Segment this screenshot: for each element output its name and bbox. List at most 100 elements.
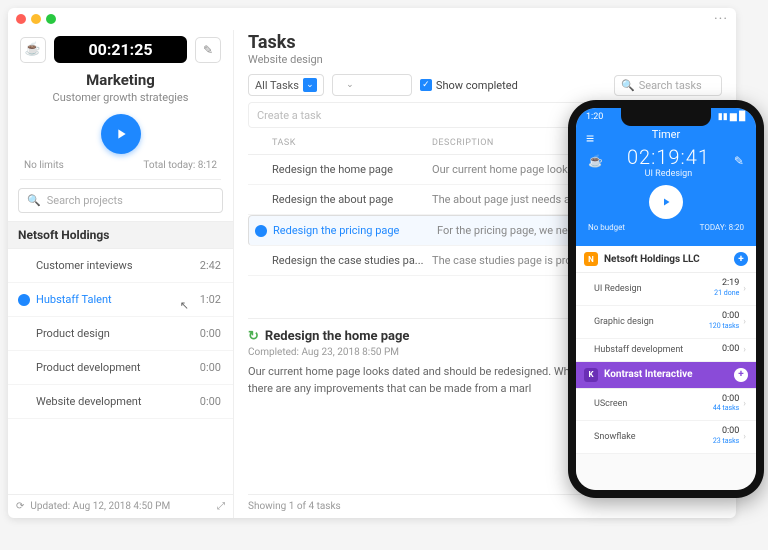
list-item[interactable]: Website development 0:00 bbox=[8, 385, 233, 419]
list-item[interactable]: Hubstaff Talent ↖ 1:02 bbox=[8, 283, 233, 317]
phone-header: ≡ Timer ☕ 02:19:41 UI Redesign ✎ No budg… bbox=[576, 126, 756, 246]
refresh-icon[interactable]: ⟳ bbox=[16, 501, 24, 512]
phone-list: N Netsoft Holdings LLC + UI Redesign 2:1921… bbox=[576, 246, 756, 490]
phone-clock: 1:20 bbox=[586, 112, 603, 122]
menu-icon[interactable]: ≡ bbox=[586, 130, 594, 147]
task-cell: Redesign the case studies pa... bbox=[272, 254, 432, 267]
project-time: 0:00 bbox=[200, 361, 221, 374]
filter-all-select[interactable]: All Tasks⌄ bbox=[248, 74, 324, 96]
phone-org[interactable]: K Kontrast Interactive + bbox=[576, 362, 756, 389]
project-time: 2:42 bbox=[200, 259, 221, 272]
limits-label: No limits bbox=[24, 160, 64, 171]
maximize-icon[interactable] bbox=[46, 14, 56, 24]
proj-label: Snowflake bbox=[594, 432, 635, 442]
proj-label: Hubstaff development bbox=[594, 345, 683, 355]
project-label: Customer inteviews bbox=[36, 259, 133, 272]
search-tasks-input[interactable]: 🔍Search tasks bbox=[614, 75, 722, 96]
chevron-right-icon: › bbox=[743, 432, 746, 442]
list-item[interactable]: Product design0:00 bbox=[8, 317, 233, 351]
task-cell: Redesign the about page bbox=[272, 193, 432, 206]
proj-label: Graphic design bbox=[594, 317, 654, 327]
list-item[interactable]: Customer inteviews 2:42 bbox=[8, 249, 233, 283]
create-placeholder: Create a task bbox=[257, 109, 321, 122]
check-icon: ✓ bbox=[420, 79, 432, 91]
cursor-icon: ↖ bbox=[180, 299, 189, 312]
org-badge: N bbox=[584, 252, 598, 266]
search-projects-input[interactable]: 🔍 Search projects bbox=[18, 188, 223, 213]
proj-note: 21 done bbox=[714, 289, 739, 297]
signal-icon: ▮▮ ▆ ▉ bbox=[718, 112, 746, 122]
task-cell: Redesign the home page bbox=[272, 163, 432, 176]
project-label: Product development bbox=[36, 361, 141, 374]
filter-secondary-select[interactable]: ⌄ bbox=[332, 74, 412, 96]
break-button[interactable]: ☕ bbox=[20, 37, 46, 63]
edit-icon[interactable]: ✎ bbox=[734, 154, 744, 168]
project-time: 1:02 bbox=[200, 293, 221, 306]
sync-icon: ↻ bbox=[248, 329, 259, 344]
add-icon[interactable]: + bbox=[734, 368, 748, 382]
phone-org[interactable]: N Netsoft Holdings LLC + bbox=[576, 246, 756, 273]
proj-note: 23 tasks bbox=[713, 437, 739, 445]
phone-today: TODAY: 8:20 bbox=[700, 223, 744, 232]
search-placeholder: Search tasks bbox=[639, 79, 702, 92]
total-today: Total today: 8:12 bbox=[143, 160, 217, 171]
sidebar: ☕ 00:21:25 ✎ Marketing Customer growth s… bbox=[8, 30, 234, 518]
phone-project-item[interactable]: UI Redesign 2:1921 done › bbox=[576, 273, 756, 306]
chevron-right-icon: › bbox=[743, 345, 746, 355]
checkbox-label: Show completed bbox=[436, 79, 518, 92]
org-name: Netsoft Holdings LLC bbox=[604, 254, 700, 265]
task-cell: Redesign the pricing page bbox=[273, 224, 433, 237]
project-label: Hubstaff Talent bbox=[36, 293, 112, 306]
list-item[interactable]: Product development 0:00 bbox=[8, 351, 233, 385]
org-name: Kontrast Interactive bbox=[604, 369, 693, 380]
show-completed-checkbox[interactable]: ✓ Show completed bbox=[420, 79, 518, 92]
proj-note: 44 tasks bbox=[713, 404, 739, 412]
project-label: Website development bbox=[36, 395, 141, 408]
project-time: 0:00 bbox=[200, 327, 221, 340]
close-icon[interactable] bbox=[16, 14, 26, 24]
proj-time: 0:00 bbox=[722, 426, 739, 436]
phone-timer: 02:19:41 bbox=[627, 145, 710, 169]
detail-title: Redesign the home page bbox=[265, 329, 410, 344]
phone-project-item[interactable]: UScreen 0:0044 tasks › bbox=[576, 389, 756, 422]
phone-play-button[interactable] bbox=[649, 185, 683, 219]
project-list: Customer inteviews 2:42 Hubstaff Talent ↖ 1… bbox=[8, 249, 233, 494]
proj-time: 0:00 bbox=[722, 311, 739, 321]
project-time: 0:00 bbox=[200, 395, 221, 408]
search-placeholder: Search projects bbox=[47, 194, 123, 207]
more-icon[interactable]: ··· bbox=[714, 11, 728, 27]
search-icon: 🔍 bbox=[27, 194, 41, 207]
org-badge: K bbox=[584, 368, 598, 382]
phone-project-item[interactable]: Snowflake 0:0023 tasks › bbox=[576, 421, 756, 454]
org-header[interactable]: Netsoft Holdings bbox=[8, 221, 233, 249]
updated-label: Updated: Aug 12, 2018 4:50 PM bbox=[30, 501, 170, 512]
filter-label: All Tasks bbox=[255, 79, 299, 92]
sidebar-footer: ⟳ Updated: Aug 12, 2018 4:50 PM ⤢ bbox=[8, 494, 233, 518]
proj-note: 120 tasks bbox=[709, 322, 739, 330]
project-title: Marketing bbox=[20, 71, 221, 89]
proj-time: 2:19 bbox=[722, 278, 739, 288]
proj-time: 0:00 bbox=[722, 394, 739, 404]
titlebar: ··· bbox=[8, 8, 736, 30]
expand-icon[interactable]: ⤢ bbox=[217, 501, 225, 512]
page-title: Tasks bbox=[248, 32, 722, 53]
play-button[interactable] bbox=[101, 114, 141, 154]
break-icon[interactable]: ☕ bbox=[588, 154, 603, 168]
th-task: TASK bbox=[272, 138, 432, 148]
timer-display: 00:21:25 bbox=[54, 36, 187, 63]
edit-button[interactable]: ✎ bbox=[195, 37, 221, 63]
phone-screen: 1:20 ▮▮ ▆ ▉ ≡ Timer ☕ 02:19:41 UI Redesig… bbox=[576, 108, 756, 490]
chevron-down-icon: ⌄ bbox=[343, 78, 357, 92]
phone-project-item[interactable]: Graphic design0:00120 tasks› bbox=[576, 306, 756, 339]
chevron-right-icon: › bbox=[743, 284, 746, 294]
proj-label: UScreen bbox=[594, 399, 627, 409]
proj-label: UI Redesign bbox=[594, 284, 642, 294]
project-subtitle: Customer growth strategies bbox=[20, 91, 221, 104]
phone-project: UI Redesign bbox=[627, 169, 710, 179]
add-icon[interactable]: + bbox=[734, 252, 748, 266]
th-desc: DESCRIPTION bbox=[432, 138, 494, 148]
phone-title: Timer bbox=[576, 128, 756, 141]
phone-project-item[interactable]: Hubstaff development0:00› bbox=[576, 339, 756, 362]
minimize-icon[interactable] bbox=[31, 14, 41, 24]
chevron-right-icon: › bbox=[743, 399, 746, 409]
